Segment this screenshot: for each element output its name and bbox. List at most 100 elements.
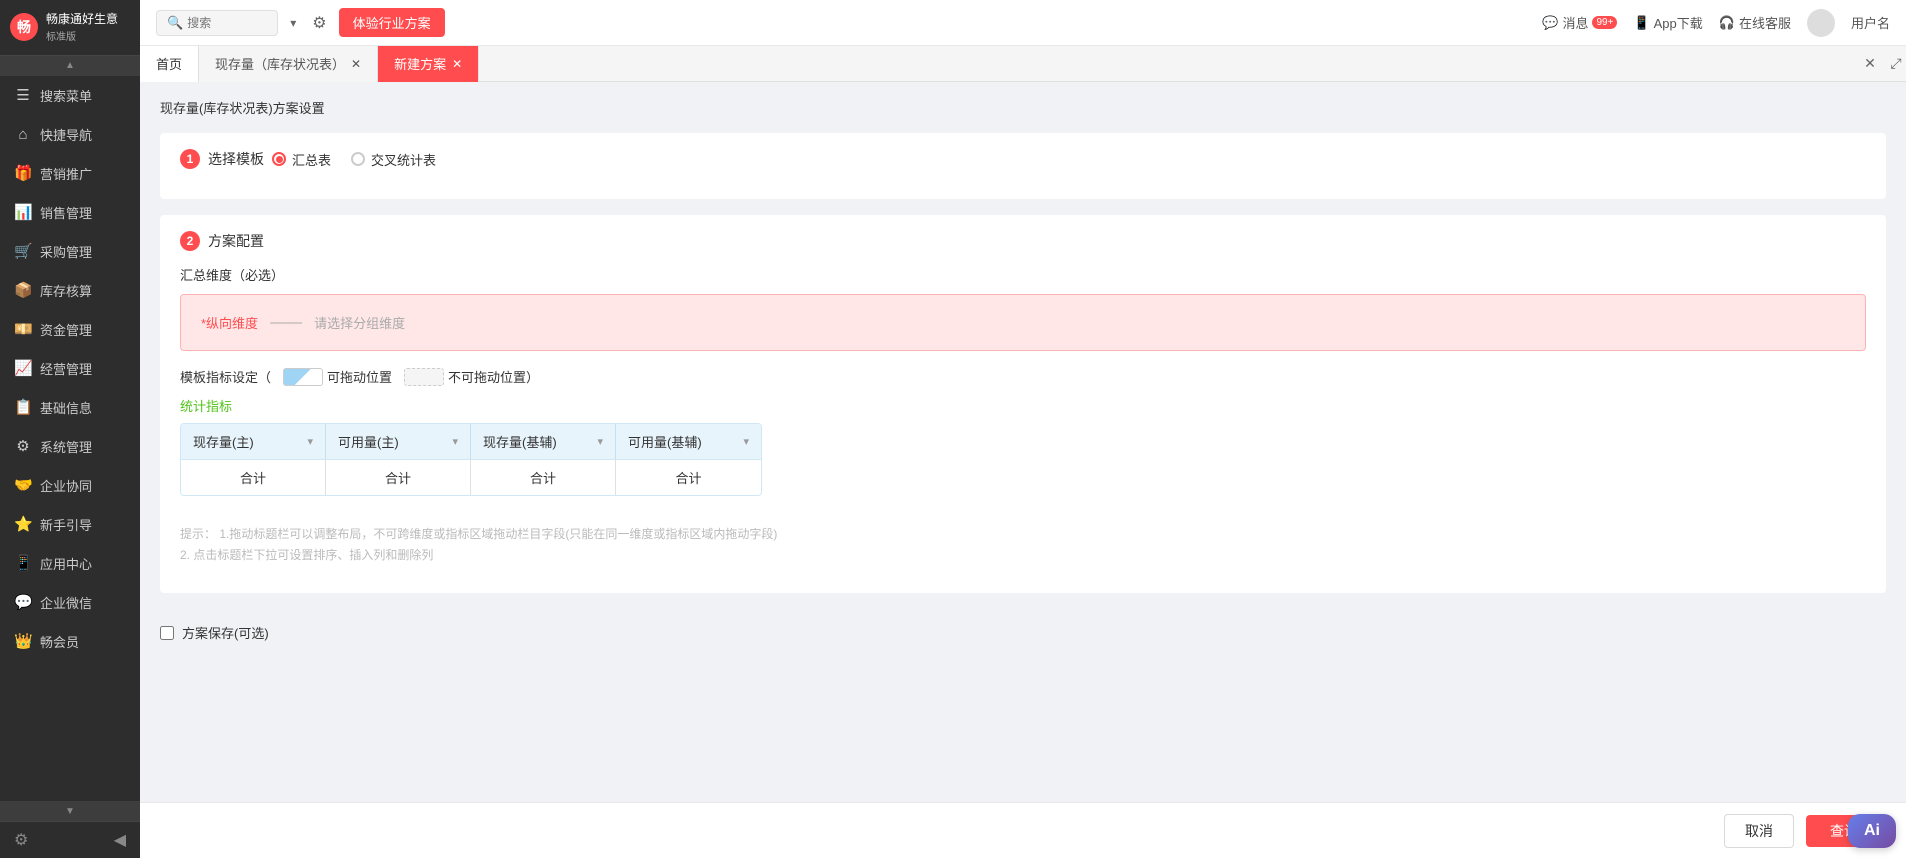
sidebar-item-label: 基础信息 <box>40 398 92 417</box>
cooperation-icon: 🤝 <box>14 476 32 494</box>
sidebar-item-sales[interactable]: 📊 销售管理 <box>0 193 140 232</box>
trial-button[interactable]: 体验行业方案 <box>339 8 445 37</box>
section-choose-template: 1 选择模板 汇总表 交叉统计表 <box>160 133 1886 199</box>
chevron-down-icon-1: ▾ <box>307 435 313 448</box>
topbar-right: 💬 消息 99+ 📱 App下载 🎧 在线客服 用户名 <box>1542 9 1890 37</box>
save-checkbox[interactable] <box>160 626 174 640</box>
sidebar-scroll-down[interactable]: ▼ <box>0 801 140 821</box>
window-controls: ✕ ⤢ <box>1860 54 1906 74</box>
sidebar-item-label: 营销推广 <box>40 164 92 183</box>
nodrag-label: 不可拖动位置） <box>448 367 539 386</box>
sidebar-nav: ☰ 搜索菜单 ⌂ 快捷导航 🎁 营销推广 📊 销售管理 🛒 采购管理 📦 库存核… <box>0 76 140 801</box>
sidebar-item-app-center[interactable]: 📱 应用中心 <box>0 544 140 583</box>
sidebar-item-finance[interactable]: 💴 资金管理 <box>0 310 140 349</box>
section-plan-config: 2 方案配置 汇总维度（必选） *纵向维度 —— 请选择分组维度 模板指标设定（… <box>160 215 1886 593</box>
username-label: 用户名 <box>1851 13 1890 32</box>
radio-cross[interactable]: 交叉统计表 <box>351 150 436 169</box>
logo-text: 畅康通好生意 标准版 <box>46 12 118 43</box>
stats-col-2[interactable]: 可用量(主) ▾ <box>326 424 471 459</box>
cancel-button[interactable]: 取消 <box>1724 814 1794 848</box>
box-icon: 📦 <box>14 281 32 299</box>
sidebar-item-base-info[interactable]: 📋 基础信息 <box>0 388 140 427</box>
stats-col-1-label: 现存量(主) <box>193 432 254 451</box>
sidebar: 畅 畅康通好生意 标准版 ▲ ☰ 搜索菜单 ⌂ 快捷导航 🎁 营销推广 📊 销售… <box>0 0 140 858</box>
maximize-window-button[interactable]: ⤢ <box>1886 54 1906 74</box>
sidebar-item-quick-nav[interactable]: ⌂ 快捷导航 <box>0 115 140 154</box>
message-button[interactable]: 💬 消息 99+ <box>1542 13 1617 32</box>
tip-1: 提示： 1.拖动标题栏可以调整布局，不可跨维度或指标区域拖动栏目字段(只能在同一… <box>180 525 1866 542</box>
sidebar-bottom: ⚙ ◀ <box>0 821 140 858</box>
section1-header: 1 选择模板 汇总表 交叉统计表 <box>180 149 1866 169</box>
tab-home[interactable]: 首页 <box>140 46 199 82</box>
sidebar-item-label: 企业协同 <box>40 476 92 495</box>
gear-icon[interactable]: ⚙ <box>312 13 326 33</box>
stats-col-1[interactable]: 现存量(主) ▾ <box>181 424 326 459</box>
search-bar[interactable]: 🔍 <box>156 10 278 36</box>
search-icon: 🔍 <box>167 15 183 31</box>
chart-icon: 📊 <box>14 203 32 221</box>
sidebar-item-marketing[interactable]: 🎁 营销推广 <box>0 154 140 193</box>
sidebar-item-cooperation[interactable]: 🤝 企业协同 <box>0 466 140 505</box>
system-icon: ⚙ <box>14 437 32 455</box>
sidebar-item-new-guide[interactable]: ⭐ 新手引导 <box>0 505 140 544</box>
stats-col-4[interactable]: 可用量(基辅) ▾ <box>616 424 761 459</box>
tip-2: 2. 点击标题栏下拉可设置排序、插入列和删除列 <box>180 546 1866 563</box>
phone-icon: 📱 <box>1633 15 1649 31</box>
radio-summary[interactable]: 汇总表 <box>272 150 331 169</box>
topbar: 🔍 ▾ ⚙ 体验行业方案 💬 消息 99+ 📱 App下载 🎧 在线客服 用户名 <box>140 0 1906 46</box>
sidebar-item-member[interactable]: 👑 畅会员 <box>0 622 140 661</box>
search-input[interactable] <box>187 16 267 30</box>
chevron-down-icon-3: ▾ <box>597 435 603 448</box>
settings-icon[interactable]: ⚙ <box>14 830 28 850</box>
dim-arrow: —— <box>270 314 302 332</box>
tabbar: 首页 现存量（库存状况表） ✕ 新建方案 ✕ ✕ ⤢ <box>140 46 1906 82</box>
dropdown-icon[interactable]: ▾ <box>290 16 296 30</box>
sidebar-item-purchase[interactable]: 🛒 采购管理 <box>0 232 140 271</box>
headset-icon: 🎧 <box>1719 15 1735 31</box>
wechat-icon: 💬 <box>14 593 32 611</box>
tab-inventory-close[interactable]: ✕ <box>351 57 361 71</box>
section2-title: 方案配置 <box>208 231 264 251</box>
stats-table: 现存量(主) ▾ 可用量(主) ▾ 现存量(基辅) ▾ 可用量(基辅) ▾ <box>180 423 762 496</box>
section2-num: 2 <box>180 231 200 251</box>
sidebar-item-label: 销售管理 <box>40 203 92 222</box>
indicator-legend-row: 模板指标设定（ 可拖动位置 不可拖动位置） <box>180 367 1866 386</box>
tab-new-plan-close[interactable]: ✕ <box>452 57 462 71</box>
sidebar-item-wechat[interactable]: 💬 企业微信 <box>0 583 140 622</box>
search-menu-icon: ☰ <box>14 86 32 104</box>
sidebar-item-label: 快捷导航 <box>40 125 92 144</box>
save-option-row: 方案保存(可选) <box>160 609 1886 642</box>
content-area: 现存量(库存状况表)方案设置 1 选择模板 汇总表 交叉统计表 <box>140 82 1906 802</box>
app-download-button[interactable]: 📱 App下载 <box>1633 13 1702 32</box>
draggable-indicator: 可拖动位置 <box>283 367 392 386</box>
template-radio-group: 汇总表 交叉统计表 <box>272 150 436 169</box>
sidebar-item-inventory[interactable]: 📦 库存核算 <box>0 271 140 310</box>
sidebar-scroll-up[interactable]: ▲ <box>0 56 140 76</box>
home-icon: ⌂ <box>14 126 32 143</box>
dim-selection-box[interactable]: *纵向维度 —— 请选择分组维度 <box>180 294 1866 351</box>
sidebar-item-operations[interactable]: 📈 经营管理 <box>0 349 140 388</box>
stats-table-header: 现存量(主) ▾ 可用量(主) ▾ 现存量(基辅) ▾ 可用量(基辅) ▾ <box>181 424 761 459</box>
logo-icon: 畅 <box>10 13 38 41</box>
stats-col-3[interactable]: 现存量(基辅) ▾ <box>471 424 616 459</box>
collapse-icon[interactable]: ◀ <box>114 830 126 850</box>
sidebar-item-system[interactable]: ⚙ 系统管理 <box>0 427 140 466</box>
tab-new-plan[interactable]: 新建方案 ✕ <box>378 46 479 82</box>
sidebar-item-label: 新手引导 <box>40 515 92 534</box>
sidebar-item-search-menu[interactable]: ☰ 搜索菜单 <box>0 76 140 115</box>
sidebar-item-label: 采购管理 <box>40 242 92 261</box>
tab-inventory-status[interactable]: 现存量（库存状况表） ✕ <box>199 46 378 82</box>
ai-badge[interactable]: Ai <box>1848 814 1896 848</box>
nodrag-box <box>404 368 444 386</box>
sidebar-item-label: 库存核算 <box>40 281 92 300</box>
sidebar-item-label: 应用中心 <box>40 554 92 573</box>
bottom-bar: 取消 查询 <box>140 802 1906 858</box>
dim-required-label: 汇总维度（必选） <box>180 265 1866 284</box>
stats-table-body: 合计 合计 合计 合计 <box>181 459 761 495</box>
app-icon: 📱 <box>14 554 32 572</box>
radio-summary-dot <box>272 152 286 166</box>
close-window-button[interactable]: ✕ <box>1860 54 1880 74</box>
online-service-button[interactable]: 🎧 在线客服 <box>1719 13 1791 32</box>
operations-icon: 📈 <box>14 359 32 377</box>
page-title: 现存量(库存状况表)方案设置 <box>160 98 1886 117</box>
